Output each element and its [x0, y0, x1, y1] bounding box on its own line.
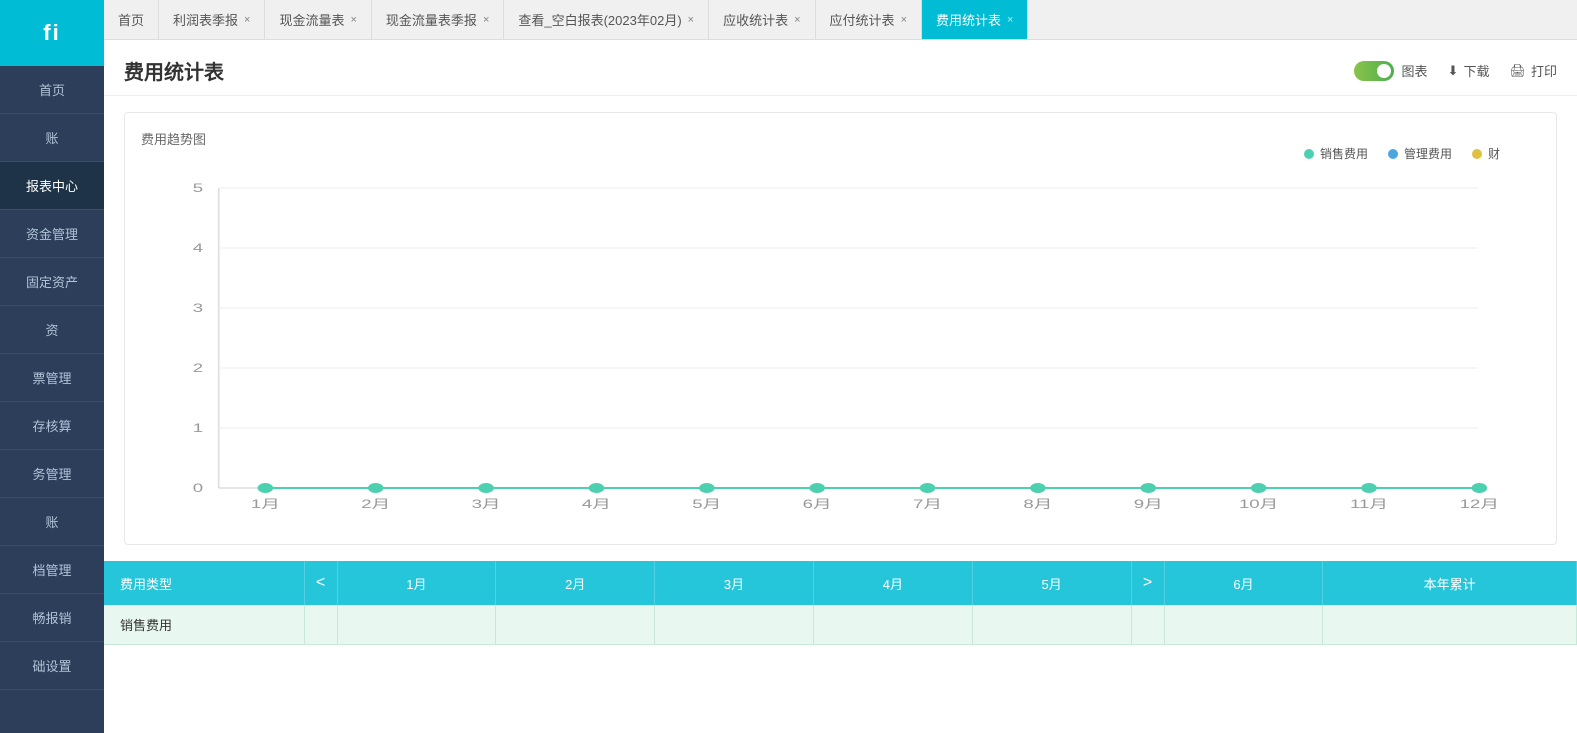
col-month3: 3月 — [655, 561, 814, 605]
sidebar-item-home[interactable]: 首页 — [0, 66, 104, 114]
chart-container: 0 1 2 3 4 5 1月 2月 3月 4月 5月 6月 7月 — [141, 158, 1540, 528]
sidebar-item-funds[interactable]: 资金管理 — [0, 210, 104, 258]
content-area: 费用统计表 图表 ⬇ 下载 🖨 打印 费用趋势图 — [104, 40, 1577, 733]
cell-m1 — [337, 605, 496, 645]
toggle-container: 图表 — [1354, 61, 1428, 81]
svg-text:0: 0 — [193, 482, 204, 495]
svg-text:4月: 4月 — [582, 498, 611, 511]
svg-text:1月: 1月 — [251, 498, 280, 511]
svg-text:3: 3 — [193, 302, 204, 315]
table-header-row: 费用类型 < 1月 2月 3月 — [104, 561, 1577, 605]
col-month4: 4月 — [813, 561, 972, 605]
cell-m3 — [655, 605, 814, 645]
sidebar-logo: fi — [0, 0, 104, 66]
sidebar-item-resources[interactable]: 资 — [0, 306, 104, 354]
sidebar-item-assets[interactable]: 固定资产 — [0, 258, 104, 306]
svg-text:12月: 12月 — [1460, 498, 1499, 511]
main-area: 首页 利润表季报 × 现金流量表 × 现金流量表季报 × 查看_空白报表(202… — [104, 0, 1577, 733]
page-header: 费用统计表 图表 ⬇ 下载 🖨 打印 — [104, 40, 1577, 96]
print-button[interactable]: 🖨 打印 — [1509, 61, 1557, 80]
svg-text:7月: 7月 — [913, 498, 942, 511]
svg-text:1: 1 — [193, 422, 203, 435]
svg-text:5: 5 — [193, 182, 204, 195]
table-row: 销售费用 — [104, 605, 1577, 645]
chart-section: 费用趋势图 销售费用 管理费用 财 — [124, 112, 1557, 545]
svg-text:2: 2 — [193, 362, 203, 375]
tab-cashflow[interactable]: 现金流量表 × — [265, 0, 371, 40]
download-button[interactable]: ⬇ 下载 — [1448, 61, 1490, 80]
sidebar-item-services[interactable]: 务管理 — [0, 450, 104, 498]
close-tab-blank-report[interactable]: × — [688, 14, 694, 26]
sidebar-item-tickets[interactable]: 票管理 — [0, 354, 104, 402]
sidebar-item-expense[interactable]: 畅报销 — [0, 594, 104, 642]
col-month2: 2月 — [496, 561, 655, 605]
data-table: 费用类型 < 1月 2月 3月 — [104, 561, 1577, 645]
cell-nav — [304, 605, 337, 645]
close-tab-payables[interactable]: × — [901, 14, 907, 26]
tab-bar: 首页 利润表季报 × 现金流量表 × 现金流量表季报 × 查看_空白报表(202… — [104, 0, 1577, 40]
close-tab-receivables[interactable]: × — [794, 14, 800, 26]
close-tab-profit-quarterly[interactable]: × — [244, 14, 250, 26]
sidebar-item-ledger[interactable]: 账 — [0, 498, 104, 546]
tab-expenses[interactable]: 费用统计表 × — [922, 0, 1028, 40]
chart-wrapper: 费用趋势图 销售费用 管理费用 财 — [141, 129, 1540, 528]
chart-svg: 0 1 2 3 4 5 1月 2月 3月 4月 5月 6月 7月 — [141, 158, 1540, 528]
svg-text:4: 4 — [193, 242, 204, 255]
legend-finance-dot — [1472, 149, 1482, 159]
svg-text:2月: 2月 — [361, 498, 390, 511]
cell-m5 — [972, 605, 1131, 645]
svg-text:10月: 10月 — [1239, 498, 1278, 511]
tab-cashflow-quarterly[interactable]: 现金流量表季报 × — [372, 0, 504, 40]
sidebar-item-settings[interactable]: 础设置 — [0, 642, 104, 690]
tab-profit-quarterly[interactable]: 利润表季报 × — [159, 0, 265, 40]
toggle-label: 图表 — [1402, 61, 1428, 80]
col-type: 费用类型 — [104, 561, 304, 605]
legend-admin-dot — [1388, 149, 1398, 159]
sidebar-item-reports[interactable]: 报表中心 — [0, 162, 104, 210]
header-actions: 图表 ⬇ 下载 🖨 打印 — [1354, 61, 1557, 81]
page-title: 费用统计表 — [124, 56, 224, 85]
sidebar-item-inventory[interactable]: 存核算 — [0, 402, 104, 450]
svg-text:8月: 8月 — [1023, 498, 1052, 511]
col-nav-prev[interactable]: < — [304, 561, 337, 605]
close-tab-cashflow-quarterly[interactable]: × — [483, 14, 489, 26]
cell-nav2 — [1131, 605, 1164, 645]
svg-text:6月: 6月 — [803, 498, 832, 511]
print-icon: 🖨 — [1509, 63, 1526, 79]
cell-m6 — [1164, 605, 1323, 645]
col-ytd: 本年累计 — [1323, 561, 1577, 605]
close-tab-expenses[interactable]: × — [1007, 14, 1013, 26]
svg-text:5月: 5月 — [692, 498, 721, 511]
sidebar-item-account[interactable]: 账 — [0, 114, 104, 162]
svg-text:9月: 9月 — [1134, 498, 1163, 511]
cell-type: 销售费用 — [104, 605, 304, 645]
col-month1: 1月 — [337, 561, 496, 605]
tab-blank-report[interactable]: 查看_空白报表(2023年02月) × — [504, 0, 709, 40]
cell-m2 — [496, 605, 655, 645]
sidebar: fi 首页 账 报表中心 资金管理 固定资产 资 票管理 存核算 务管理 账 档… — [0, 0, 104, 733]
svg-text:11月: 11月 — [1350, 498, 1388, 511]
sidebar-item-archives[interactable]: 档管理 — [0, 546, 104, 594]
cell-ytd — [1323, 605, 1577, 645]
chart-toggle[interactable] — [1354, 61, 1394, 81]
legend-sales-dot — [1304, 149, 1314, 159]
close-tab-cashflow[interactable]: × — [350, 14, 356, 26]
col-month5: 5月 — [972, 561, 1131, 605]
tab-receivables[interactable]: 应收统计表 × — [709, 0, 815, 40]
download-icon: ⬇ — [1448, 63, 1459, 79]
tab-payables[interactable]: 应付统计表 × — [816, 0, 922, 40]
table-section: 费用类型 < 1月 2月 3月 — [104, 561, 1577, 645]
svg-text:3月: 3月 — [472, 498, 501, 511]
cell-m4 — [813, 605, 972, 645]
col-month6: 6月 — [1164, 561, 1323, 605]
col-nav-next[interactable]: > — [1131, 561, 1164, 605]
tab-home[interactable]: 首页 — [104, 0, 159, 40]
